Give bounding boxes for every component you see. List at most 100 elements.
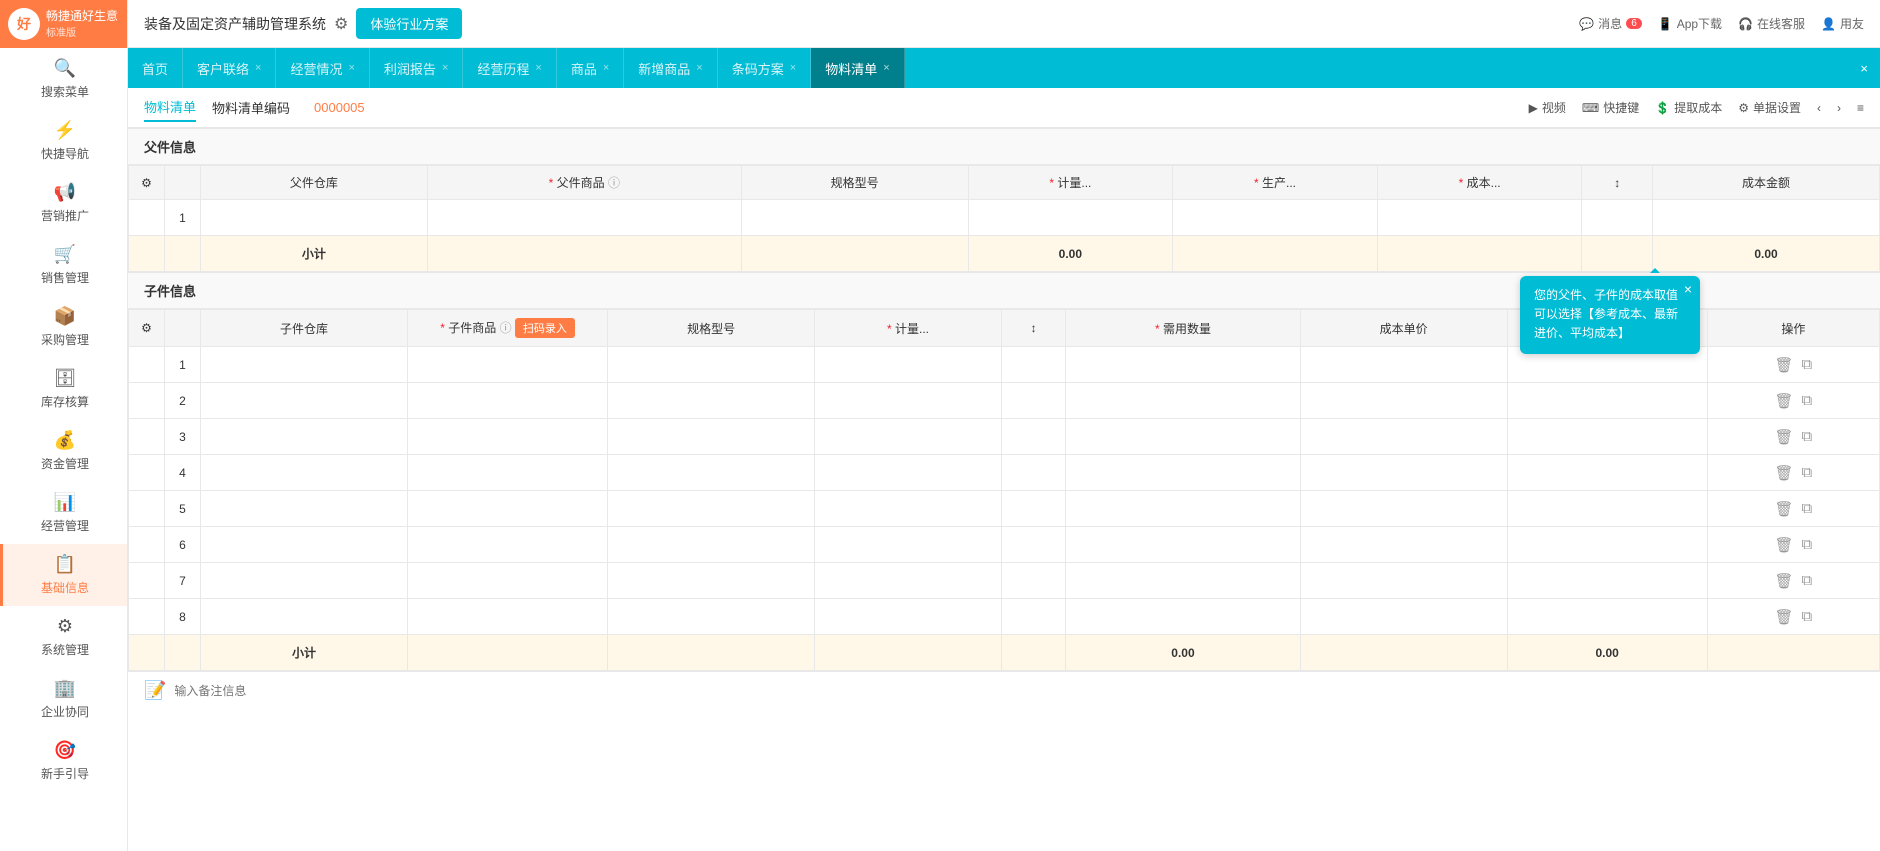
parent-row1-cost[interactable] xyxy=(1377,200,1582,236)
copy-icon-2[interactable]: ⧉ xyxy=(1802,392,1813,409)
child-row7-unit[interactable] xyxy=(815,563,1002,599)
child-row1-spec[interactable] xyxy=(608,347,815,383)
close-icon[interactable]: × xyxy=(255,62,261,74)
child-row6-unit[interactable] xyxy=(815,527,1002,563)
sidebar-item-sales[interactable]: 🛒 销售管理 xyxy=(0,234,127,296)
extract-cost-button[interactable]: 💲 提取成本 xyxy=(1655,99,1722,116)
nav-next-button[interactable]: › xyxy=(1837,101,1841,115)
child-row3-unit[interactable] xyxy=(815,419,1002,455)
child-row2-goods[interactable] xyxy=(408,383,608,419)
tab-goods[interactable]: 商品 × xyxy=(557,48,624,88)
sidebar-item-system[interactable]: ⚙ 系统管理 xyxy=(0,606,127,668)
child-row1-unit-cost[interactable] xyxy=(1300,347,1507,383)
shortcut-button[interactable]: ⌨ 快捷键 xyxy=(1582,99,1639,116)
child-row4-unit[interactable] xyxy=(815,455,1002,491)
sidebar-item-guide[interactable]: 🎯 新手引导 xyxy=(0,730,127,792)
child-row5-goods[interactable] xyxy=(408,491,608,527)
child-row7-unit-cost[interactable] xyxy=(1300,563,1507,599)
child-row7-cost-amount[interactable] xyxy=(1507,563,1707,599)
copy-icon-7[interactable]: ⧉ xyxy=(1802,572,1813,589)
parent-row1-cost-amount[interactable] xyxy=(1653,200,1880,236)
tab-barcode[interactable]: 条码方案 × xyxy=(718,48,811,88)
child-row2-quantity[interactable] xyxy=(1066,383,1300,419)
tab-history[interactable]: 经营历程 × xyxy=(463,48,556,88)
child-row6-cost-amount[interactable] xyxy=(1507,527,1707,563)
close-icon[interactable]: × xyxy=(535,62,541,74)
child-row7-quantity[interactable] xyxy=(1066,563,1300,599)
child-row7-goods[interactable] xyxy=(408,563,608,599)
layout-button[interactable]: ≡ xyxy=(1857,101,1864,115)
child-row6-spec[interactable] xyxy=(608,527,815,563)
close-icon[interactable]: × xyxy=(603,62,609,74)
message-button[interactable]: 💬 消息 6 xyxy=(1579,15,1642,32)
copy-icon-3[interactable]: ⧉ xyxy=(1802,428,1813,445)
child-row6-goods[interactable] xyxy=(408,527,608,563)
sidebar-item-inventory[interactable]: 🗄 库存核算 xyxy=(0,358,127,420)
child-row7-spec[interactable] xyxy=(608,563,815,599)
child-row4-cost-amount[interactable] xyxy=(1507,455,1707,491)
child-row6-unit-cost[interactable] xyxy=(1300,527,1507,563)
parent-row1-unit[interactable] xyxy=(968,200,1173,236)
single-settings-button[interactable]: ⚙ 单据设置 xyxy=(1738,99,1801,116)
tab-operations-status[interactable]: 经营情况 × xyxy=(276,48,369,88)
sidebar-item-quick-nav[interactable]: ⚡ 快捷导航 xyxy=(0,110,127,172)
note-input[interactable] xyxy=(174,684,1864,698)
app-download-button[interactable]: 📱 App下载 xyxy=(1658,15,1722,32)
sidebar-item-enterprise[interactable]: 🏢 企业协同 xyxy=(0,668,127,730)
child-row5-unit-cost[interactable] xyxy=(1300,491,1507,527)
delete-icon-7[interactable]: 🗑 xyxy=(1774,572,1793,590)
delete-icon-2[interactable]: 🗑 xyxy=(1774,392,1793,410)
child-row1-warehouse[interactable] xyxy=(201,347,408,383)
child-row8-unit-cost[interactable] xyxy=(1300,599,1507,635)
sidebar-item-finance[interactable]: 💰 资金管理 xyxy=(0,420,127,482)
scan-button[interactable]: 扫码录入 xyxy=(515,318,575,338)
copy-icon-1[interactable]: ⧉ xyxy=(1802,356,1813,373)
tab-customer[interactable]: 客户联络 × xyxy=(183,48,276,88)
tooltip-close-button[interactable]: × xyxy=(1684,282,1692,296)
child-row4-goods[interactable] xyxy=(408,455,608,491)
delete-icon-6[interactable]: 🗑 xyxy=(1774,536,1793,554)
child-row2-warehouse[interactable] xyxy=(201,383,408,419)
child-row3-cost-amount[interactable] xyxy=(1507,419,1707,455)
close-icon[interactable]: × xyxy=(790,62,796,74)
close-icon[interactable]: × xyxy=(348,62,354,74)
parent-row1-goods[interactable] xyxy=(427,200,741,236)
tab-bom[interactable]: 物料清单 × xyxy=(811,48,904,88)
nav-close-all[interactable]: × xyxy=(1848,61,1880,76)
child-row2-unit-cost[interactable] xyxy=(1300,383,1507,419)
close-icon[interactable]: × xyxy=(883,62,889,74)
child-row5-cost-amount[interactable] xyxy=(1507,491,1707,527)
child-row2-spec[interactable] xyxy=(608,383,815,419)
child-row6-quantity[interactable] xyxy=(1066,527,1300,563)
sidebar-item-marketing[interactable]: 📢 营销推广 xyxy=(0,172,127,234)
child-row4-warehouse[interactable] xyxy=(201,455,408,491)
child-row8-cost-amount[interactable] xyxy=(1507,599,1707,635)
nav-prev-button[interactable]: ‹ xyxy=(1817,101,1821,115)
tab-home[interactable]: 首页 xyxy=(128,48,183,88)
online-service-button[interactable]: 🎧 在线客服 xyxy=(1738,15,1805,32)
child-row6-warehouse[interactable] xyxy=(201,527,408,563)
tab-add-goods[interactable]: 新增商品 × xyxy=(624,48,717,88)
delete-icon-1[interactable]: 🗑 xyxy=(1774,356,1793,374)
child-row8-goods[interactable] xyxy=(408,599,608,635)
child-row5-quantity[interactable] xyxy=(1066,491,1300,527)
copy-icon-5[interactable]: ⧉ xyxy=(1802,500,1813,517)
child-row2-cost-amount[interactable] xyxy=(1507,383,1707,419)
child-row5-unit[interactable] xyxy=(815,491,1002,527)
copy-icon-8[interactable]: ⧉ xyxy=(1802,608,1813,625)
view-video-button[interactable]: ▶ 视频 xyxy=(1529,99,1566,116)
parent-row1-production[interactable] xyxy=(1173,200,1378,236)
child-row8-quantity[interactable] xyxy=(1066,599,1300,635)
child-row8-warehouse[interactable] xyxy=(201,599,408,635)
parent-row1-spec[interactable] xyxy=(741,200,968,236)
sidebar-item-operations[interactable]: 📊 经营管理 xyxy=(0,482,127,544)
sidebar-item-basic-info[interactable]: 📋 基础信息 xyxy=(0,544,127,606)
delete-icon-8[interactable]: 🗑 xyxy=(1774,608,1793,626)
delete-icon-5[interactable]: 🗑 xyxy=(1774,500,1793,518)
child-row1-goods[interactable] xyxy=(408,347,608,383)
child-row1-quantity[interactable] xyxy=(1066,347,1300,383)
child-row5-spec[interactable] xyxy=(608,491,815,527)
child-row1-unit[interactable] xyxy=(815,347,1002,383)
trial-button[interactable]: 体验行业方案 xyxy=(356,8,462,39)
child-row3-spec[interactable] xyxy=(608,419,815,455)
